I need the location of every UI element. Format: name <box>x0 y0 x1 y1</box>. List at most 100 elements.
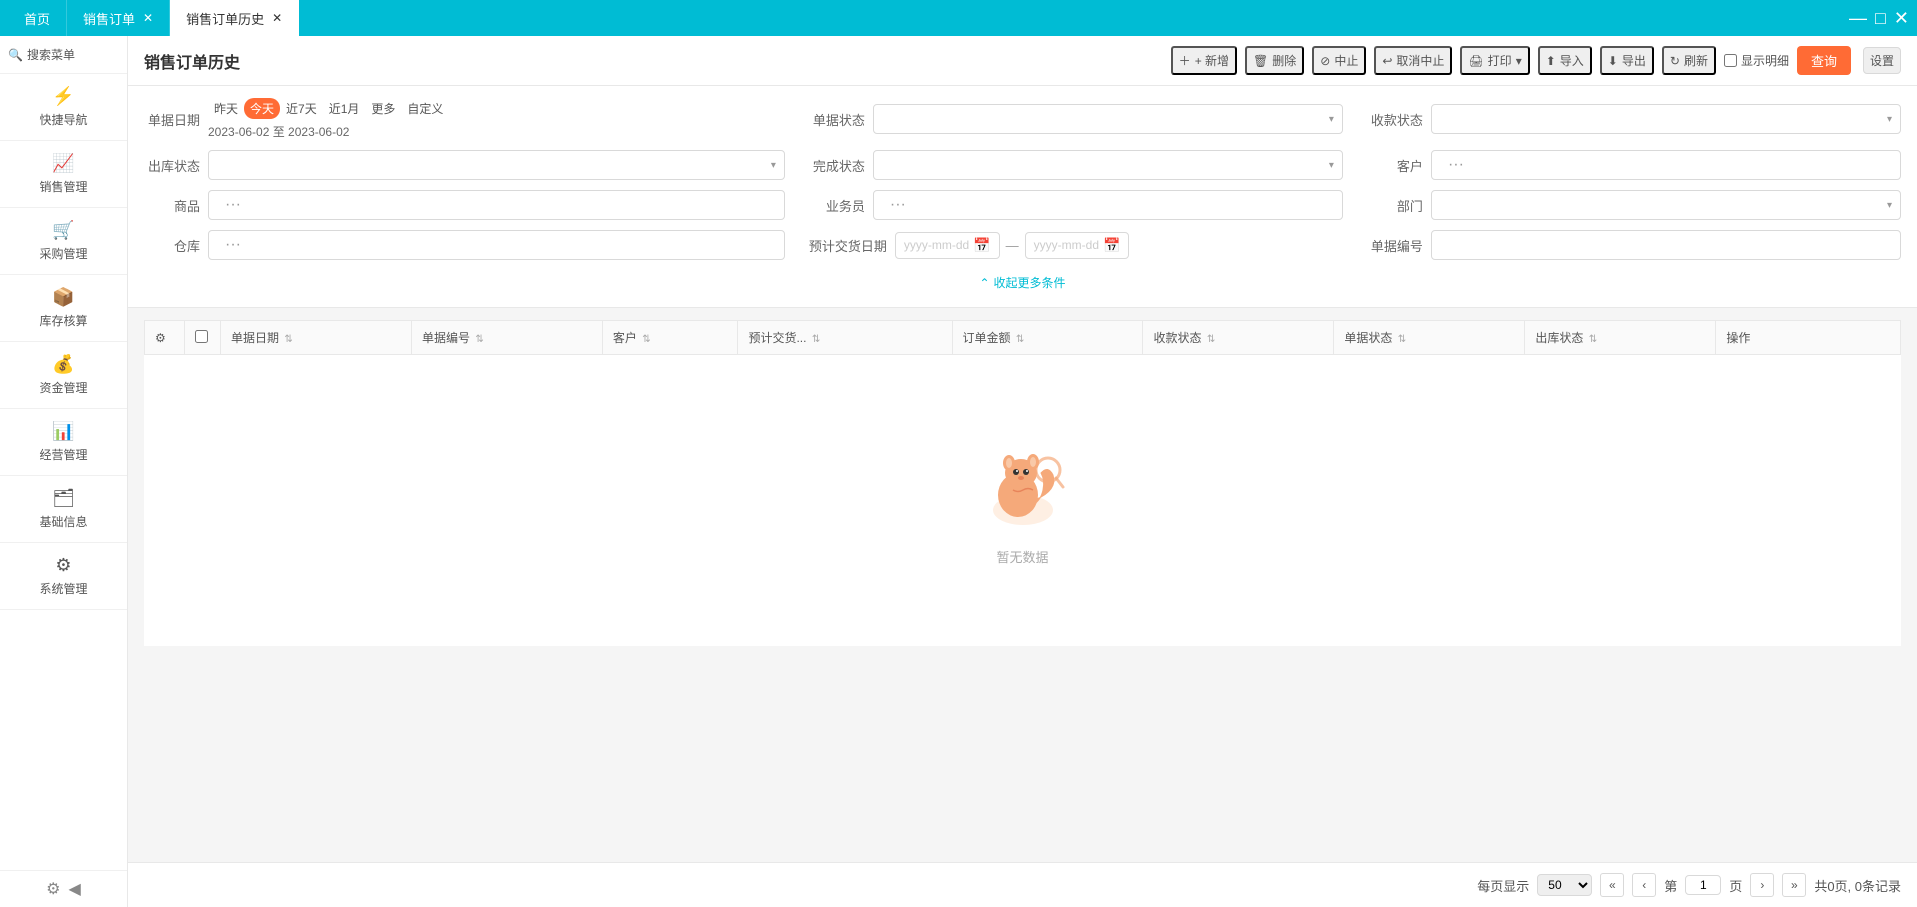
display-columns-check[interactable] <box>1724 54 1737 67</box>
window-close-btn[interactable]: ✕ <box>1894 8 1909 29</box>
pay-status-select[interactable]: ▾ <box>1431 104 1901 134</box>
out-stock-select[interactable]: ▾ <box>208 150 785 180</box>
current-page-input[interactable] <box>1685 875 1721 895</box>
th-checkbox[interactable] <box>185 321 221 355</box>
out-stock-label: 出库状态 <box>144 156 200 175</box>
export-icon: ⬇ <box>1608 54 1618 68</box>
sort-doc-status-icon: ⇅ <box>1398 334 1406 345</box>
sidebar-item-sys-mgmt[interactable]: ⚙ 系统管理 <box>0 543 127 610</box>
tab-sales-order[interactable]: 销售订单 ✕ <box>67 0 170 36</box>
export-btn[interactable]: ⬇ 导出 <box>1600 46 1654 75</box>
date-tab-more[interactable]: 更多 <box>365 98 401 119</box>
sidebar-item-quick-nav[interactable]: ⚡ 快捷导航 <box>0 74 127 141</box>
dept-select[interactable]: ▾ <box>1431 190 1901 220</box>
prev-page-btn[interactable]: ‹ <box>1632 873 1656 897</box>
page-size-label: 每页显示 <box>1477 876 1529 895</box>
filter-customer: 客户 ··· <box>1367 150 1901 180</box>
date-tab-1month[interactable]: 近1月 <box>323 98 366 119</box>
tab-home[interactable]: 首页 <box>8 0 67 36</box>
complete-select[interactable]: ▾ <box>873 150 1343 180</box>
last-page-btn[interactable]: » <box>1782 873 1806 897</box>
query-btn[interactable]: 查询 <box>1797 46 1851 75</box>
product-input[interactable]: ··· <box>208 190 785 220</box>
first-page-btn[interactable]: « <box>1600 873 1624 897</box>
table-body: 暂无数据 <box>145 355 1901 647</box>
sidebar-item-inventory[interactable]: 📦 库存核算 <box>0 275 127 342</box>
th-doc-status[interactable]: 单据状态 ⇅ <box>1334 321 1525 355</box>
date-tab-yesterday[interactable]: 昨天 <box>208 98 244 119</box>
import-btn[interactable]: ⬆ 导入 <box>1538 46 1592 75</box>
filter-row-1: 单据日期 昨天 今天 近7天 近1月 更多 自定义 2023-06-02 至 2… <box>144 98 1901 140</box>
sys-mgmt-icon: ⚙ <box>55 555 71 576</box>
print-btn[interactable]: 🖨 打印 ▾ <box>1460 46 1529 75</box>
delete-btn[interactable]: 🗑 删除 <box>1245 46 1304 75</box>
product-dots: ··· <box>225 196 241 214</box>
date-tab-7days[interactable]: 近7天 <box>280 98 323 119</box>
sidebar-settings-btn[interactable]: ⚙ <box>46 879 60 899</box>
dept-arrow: ▾ <box>1887 200 1892 211</box>
salesman-dots: ··· <box>890 196 906 214</box>
warehouse-input[interactable]: ··· <box>208 230 785 260</box>
sort-no-icon: ⇅ <box>475 334 483 345</box>
filter-out-stock: 出库状态 ▾ <box>144 150 785 180</box>
sidebar-bottom: ⚙ ◀ <box>0 870 127 907</box>
sidebar-search[interactable]: 🔍 搜索菜单 <box>0 36 127 74</box>
filter-expected-date: 预计交货日期 yyyy-mm-dd 📅 — yyyy-mm-dd 📅 <box>809 232 1343 259</box>
empty-state: 暂无数据 <box>145 355 1901 646</box>
product-label: 商品 <box>144 196 200 215</box>
cancel-stop-icon: ↩ <box>1382 54 1392 68</box>
sales-mgmt-icon: 📈 <box>52 153 74 174</box>
th-amount[interactable]: 订单金额 ⇅ <box>952 321 1143 355</box>
th-settings[interactable]: ⚙ <box>145 321 185 355</box>
total-info: 共0页, 0条记录 <box>1814 876 1901 895</box>
filter-row-4: 仓库 ··· 预计交货日期 yyyy-mm-dd 📅 — yyyy-mm-dd <box>144 230 1901 260</box>
window-minimize-btn[interactable]: — <box>1849 8 1867 29</box>
salesman-input[interactable]: ··· <box>873 190 1343 220</box>
th-customer[interactable]: 客户 ⇅ <box>602 321 738 355</box>
expected-date-to[interactable]: yyyy-mm-dd 📅 <box>1025 232 1130 259</box>
th-actions: 操作 <box>1716 321 1901 355</box>
quick-nav-icon: ⚡ <box>52 86 74 107</box>
sidebar-item-purchase-mgmt[interactable]: 🛒 采购管理 <box>0 208 127 275</box>
th-out-status[interactable]: 出库状态 ⇅ <box>1525 321 1716 355</box>
th-expected[interactable]: 预计交货... ⇅ <box>738 321 952 355</box>
stop-btn[interactable]: ⊘ 中止 <box>1312 46 1366 75</box>
cancel-stop-btn[interactable]: ↩ 取消中止 <box>1374 46 1452 75</box>
refresh-icon: ↻ <box>1670 54 1680 68</box>
sidebar-item-base-info[interactable]: 🗂 基础信息 <box>0 476 127 543</box>
sidebar-item-sales-mgmt[interactable]: 📈 销售管理 <box>0 141 127 208</box>
doc-status-select[interactable]: ▾ <box>873 104 1343 134</box>
date-tab-custom[interactable]: 自定义 <box>401 98 449 119</box>
settings-btn[interactable]: 设置 <box>1863 47 1901 74</box>
sidebar-item-operations[interactable]: 📊 经营管理 <box>0 409 127 476</box>
tab-sales-order-history[interactable]: 销售订单历史 ✕ <box>170 0 299 36</box>
order-no-input[interactable] <box>1431 230 1901 260</box>
collapse-btn[interactable]: ⌃ 收起更多条件 <box>975 270 1069 295</box>
tab-sales-order-close[interactable]: ✕ <box>143 11 153 25</box>
th-pay-status[interactable]: 收款状态 ⇅ <box>1143 321 1334 355</box>
filter-row-3: 商品 ··· 业务员 ··· 部门 ▾ <box>144 190 1901 220</box>
th-date[interactable]: 单据日期 ⇅ <box>221 321 412 355</box>
new-btn[interactable]: ＋ + 新增 <box>1171 46 1237 75</box>
sidebar-collapse-btn[interactable]: ◀ <box>69 879 81 899</box>
customer-input[interactable]: ··· <box>1431 150 1901 180</box>
display-columns-checkbox[interactable]: 显示明细 <box>1724 52 1789 69</box>
purchase-mgmt-icon: 🛒 <box>52 220 74 241</box>
cal-from-icon: 📅 <box>973 237 990 254</box>
date-tab-today[interactable]: 今天 <box>244 98 280 119</box>
top-bar: 首页 销售订单 ✕ 销售订单历史 ✕ — □ ✕ <box>0 0 1917 36</box>
sort-pay-status-icon: ⇅ <box>1207 334 1215 345</box>
th-no[interactable]: 单据编号 ⇅ <box>411 321 602 355</box>
expected-date-from[interactable]: yyyy-mm-dd 📅 <box>895 232 1000 259</box>
next-page-btn[interactable]: › <box>1750 873 1774 897</box>
filter-complete: 完成状态 ▾ <box>809 150 1343 180</box>
page-size-select[interactable]: 50 10 20 100 <box>1537 874 1592 896</box>
sidebar-item-finance[interactable]: 💰 资金管理 <box>0 342 127 409</box>
window-maximize-btn[interactable]: □ <box>1875 8 1886 29</box>
refresh-btn[interactable]: ↻ 刷新 <box>1662 46 1716 75</box>
tab-sales-order-history-close[interactable]: ✕ <box>272 11 282 25</box>
toolbar: ＋ + 新增 🗑 删除 ⊘ 中止 ↩ 取消中止 🖨 打印 <box>1171 46 1901 75</box>
customer-label: 客户 <box>1367 156 1423 175</box>
select-all-checkbox[interactable] <box>195 330 208 343</box>
operations-icon: 📊 <box>52 421 74 442</box>
